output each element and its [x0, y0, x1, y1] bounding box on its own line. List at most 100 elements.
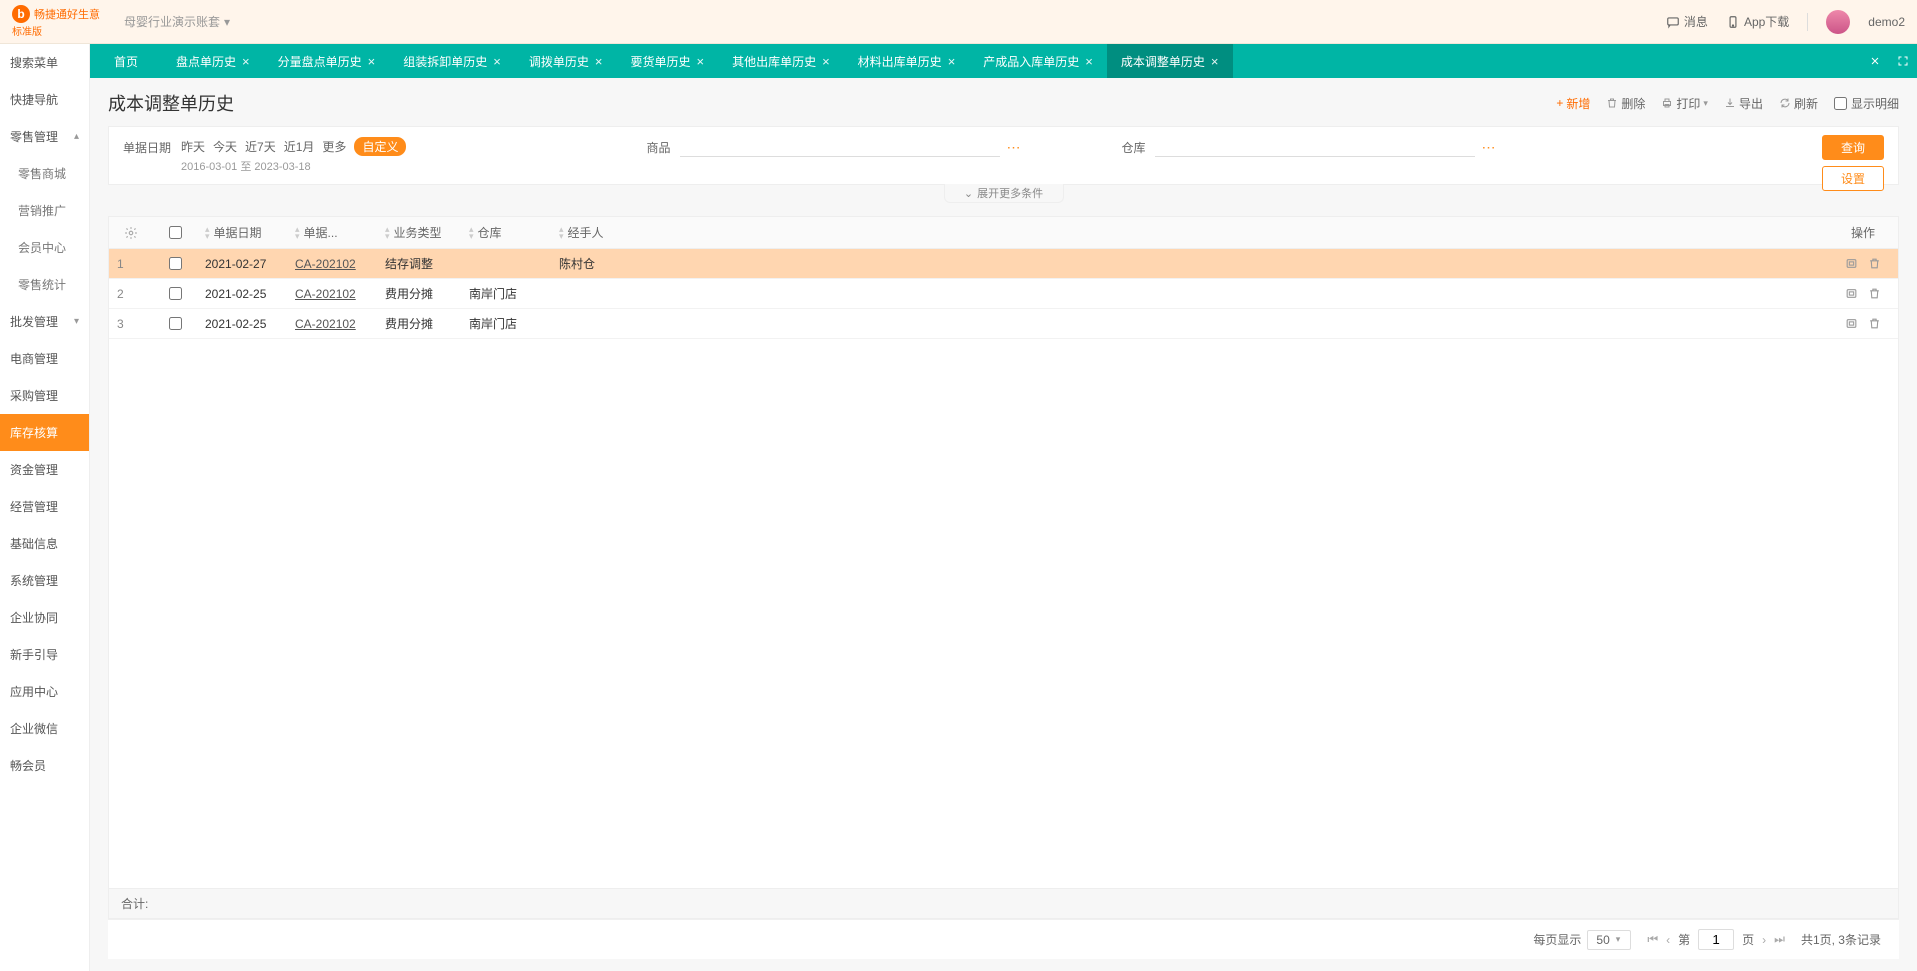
- add-button[interactable]: + 新增: [1556, 95, 1590, 112]
- sidebar-item[interactable]: 企业微信: [0, 710, 89, 747]
- tab[interactable]: 分量盘点单历史×: [264, 44, 390, 78]
- header-doc-no[interactable]: ▴▾单据...: [287, 224, 377, 241]
- sidebar-item[interactable]: 库存核算: [0, 414, 89, 451]
- close-icon[interactable]: ×: [822, 54, 830, 69]
- trash-icon[interactable]: [1868, 257, 1881, 270]
- settings-button[interactable]: 设置: [1822, 166, 1884, 191]
- fullscreen-button[interactable]: [1889, 55, 1917, 67]
- sidebar-item[interactable]: 经营管理: [0, 488, 89, 525]
- close-icon[interactable]: ×: [595, 54, 603, 69]
- tab[interactable]: 其他出库单历史×: [718, 44, 844, 78]
- username[interactable]: demo2: [1868, 15, 1905, 29]
- sidebar-item[interactable]: 营销推广: [0, 192, 89, 229]
- close-icon[interactable]: ×: [368, 54, 376, 69]
- row-checkbox[interactable]: [153, 257, 197, 270]
- sidebar-item[interactable]: 零售商城: [0, 155, 89, 192]
- header-warehouse[interactable]: ▴▾仓库: [461, 224, 551, 241]
- close-icon[interactable]: ×: [1211, 54, 1219, 69]
- sidebar-item[interactable]: 新手引导: [0, 636, 89, 673]
- next-page-button[interactable]: ›: [1762, 933, 1766, 947]
- table-row[interactable]: 22021-02-25CA-202102费用分摊南岸门店: [109, 279, 1898, 309]
- prev-page-button[interactable]: ‹: [1666, 933, 1670, 947]
- first-page-button[interactable]: ⏮: [1647, 932, 1658, 947]
- sidebar-item[interactable]: 快捷导航: [0, 81, 89, 118]
- avatar[interactable]: [1826, 10, 1850, 34]
- row-checkbox[interactable]: [153, 317, 197, 330]
- delete-button[interactable]: 删除: [1606, 95, 1645, 112]
- page-input[interactable]: [1698, 929, 1734, 950]
- export-button[interactable]: 导出: [1724, 95, 1763, 112]
- header-handler[interactable]: ▴▾经手人: [551, 224, 1828, 241]
- tab[interactable]: 要货单历史×: [616, 44, 718, 78]
- last-page-button[interactable]: ⏭: [1774, 932, 1785, 947]
- title-row: 成本调整单历史 + 新增 删除 打印 ▾: [108, 90, 1899, 116]
- tab[interactable]: 盘点单历史×: [162, 44, 264, 78]
- query-button[interactable]: 查询: [1822, 135, 1884, 160]
- row-index: 2: [109, 287, 153, 301]
- sidebar-item[interactable]: 零售管理▴: [0, 118, 89, 155]
- trash-icon[interactable]: [1868, 317, 1881, 330]
- cell-doc-no[interactable]: CA-202102: [287, 287, 377, 301]
- cell-warehouse: 南岸门店: [461, 315, 551, 332]
- date-quick-tag[interactable]: 更多: [322, 138, 346, 155]
- sidebar-item[interactable]: 基础信息: [0, 525, 89, 562]
- close-icon[interactable]: ×: [948, 54, 956, 69]
- sidebar-item[interactable]: 资金管理: [0, 451, 89, 488]
- view-icon[interactable]: [1845, 317, 1858, 330]
- header-biz-type[interactable]: ▴▾业务类型: [377, 224, 461, 241]
- print-button[interactable]: 打印 ▾: [1661, 95, 1708, 112]
- tab[interactable]: 首页: [90, 44, 162, 78]
- date-quick-tag[interactable]: 今天: [213, 138, 237, 155]
- sidebar-item[interactable]: 企业协同: [0, 599, 89, 636]
- sidebar-item[interactable]: 电商管理: [0, 340, 89, 377]
- sidebar-item[interactable]: 批发管理▾: [0, 303, 89, 340]
- expand-filters-button[interactable]: ⌄展开更多条件: [944, 184, 1064, 203]
- close-icon[interactable]: ×: [696, 54, 704, 69]
- row-checkbox[interactable]: [153, 287, 197, 300]
- view-icon[interactable]: [1845, 287, 1858, 300]
- account-selector[interactable]: 母婴行业演示账套 ▾: [124, 13, 230, 30]
- tab[interactable]: 组装拆卸单历史×: [389, 44, 515, 78]
- date-quick-tag[interactable]: 近1月: [284, 138, 315, 155]
- page-size-selector[interactable]: 每页显示 50 ▾: [1533, 930, 1631, 950]
- app-download-link[interactable]: App下载: [1726, 13, 1789, 30]
- sidebar-item[interactable]: 采购管理: [0, 377, 89, 414]
- table-row[interactable]: 12021-02-27CA-202102结存调整陈村仓: [109, 249, 1898, 279]
- close-icon[interactable]: ×: [1085, 54, 1093, 69]
- tab-label: 产成品入库单历史: [983, 53, 1079, 70]
- sidebar-item[interactable]: 会员中心: [0, 229, 89, 266]
- tab[interactable]: 调拨单历史×: [515, 44, 617, 78]
- sidebar-item[interactable]: 系统管理: [0, 562, 89, 599]
- table-row[interactable]: 32021-02-25CA-202102费用分摊南岸门店: [109, 309, 1898, 339]
- sidebar-item[interactable]: 应用中心: [0, 673, 89, 710]
- trash-icon[interactable]: [1868, 287, 1881, 300]
- close-icon[interactable]: ×: [242, 54, 250, 69]
- header-doc-date[interactable]: ▴▾单据日期: [197, 224, 287, 241]
- sidebar-item[interactable]: 零售统计: [0, 266, 89, 303]
- sidebar-item[interactable]: 搜索菜单: [0, 44, 89, 81]
- date-custom-tag[interactable]: 自定义: [354, 137, 406, 156]
- show-detail-toggle[interactable]: 显示明细: [1834, 95, 1899, 112]
- top-header: b 畅捷通好生意 标准版 母婴行业演示账套 ▾ 消息 App下载 demo2: [0, 0, 1917, 44]
- date-quick-tag[interactable]: 昨天: [181, 138, 205, 155]
- tab[interactable]: 材料出库单历史×: [844, 44, 970, 78]
- gear-column[interactable]: [109, 226, 153, 240]
- tab[interactable]: 产成品入库单历史 ×: [969, 44, 1107, 78]
- cell-date: 2021-02-25: [197, 287, 287, 301]
- show-detail-checkbox[interactable]: [1834, 97, 1847, 110]
- close-icon[interactable]: ×: [493, 54, 501, 69]
- cell-doc-no[interactable]: CA-202102: [287, 317, 377, 331]
- ellipsis-icon[interactable]: ⋯: [1481, 139, 1496, 156]
- cell-doc-no[interactable]: CA-202102: [287, 257, 377, 271]
- tab[interactable]: 成本调整单历史×: [1107, 44, 1233, 78]
- sidebar-item[interactable]: 畅会员: [0, 747, 89, 784]
- refresh-button[interactable]: 刷新: [1779, 95, 1818, 112]
- ellipsis-icon[interactable]: ⋯: [1006, 139, 1021, 156]
- product-input[interactable]: [680, 137, 1000, 157]
- warehouse-input[interactable]: [1155, 137, 1475, 157]
- select-all-checkbox[interactable]: [153, 226, 197, 239]
- date-quick-tag[interactable]: 近7天: [245, 138, 276, 155]
- close-all-tabs-button[interactable]: [1861, 55, 1889, 67]
- messages-link[interactable]: 消息: [1666, 13, 1708, 30]
- view-icon[interactable]: [1845, 257, 1858, 270]
